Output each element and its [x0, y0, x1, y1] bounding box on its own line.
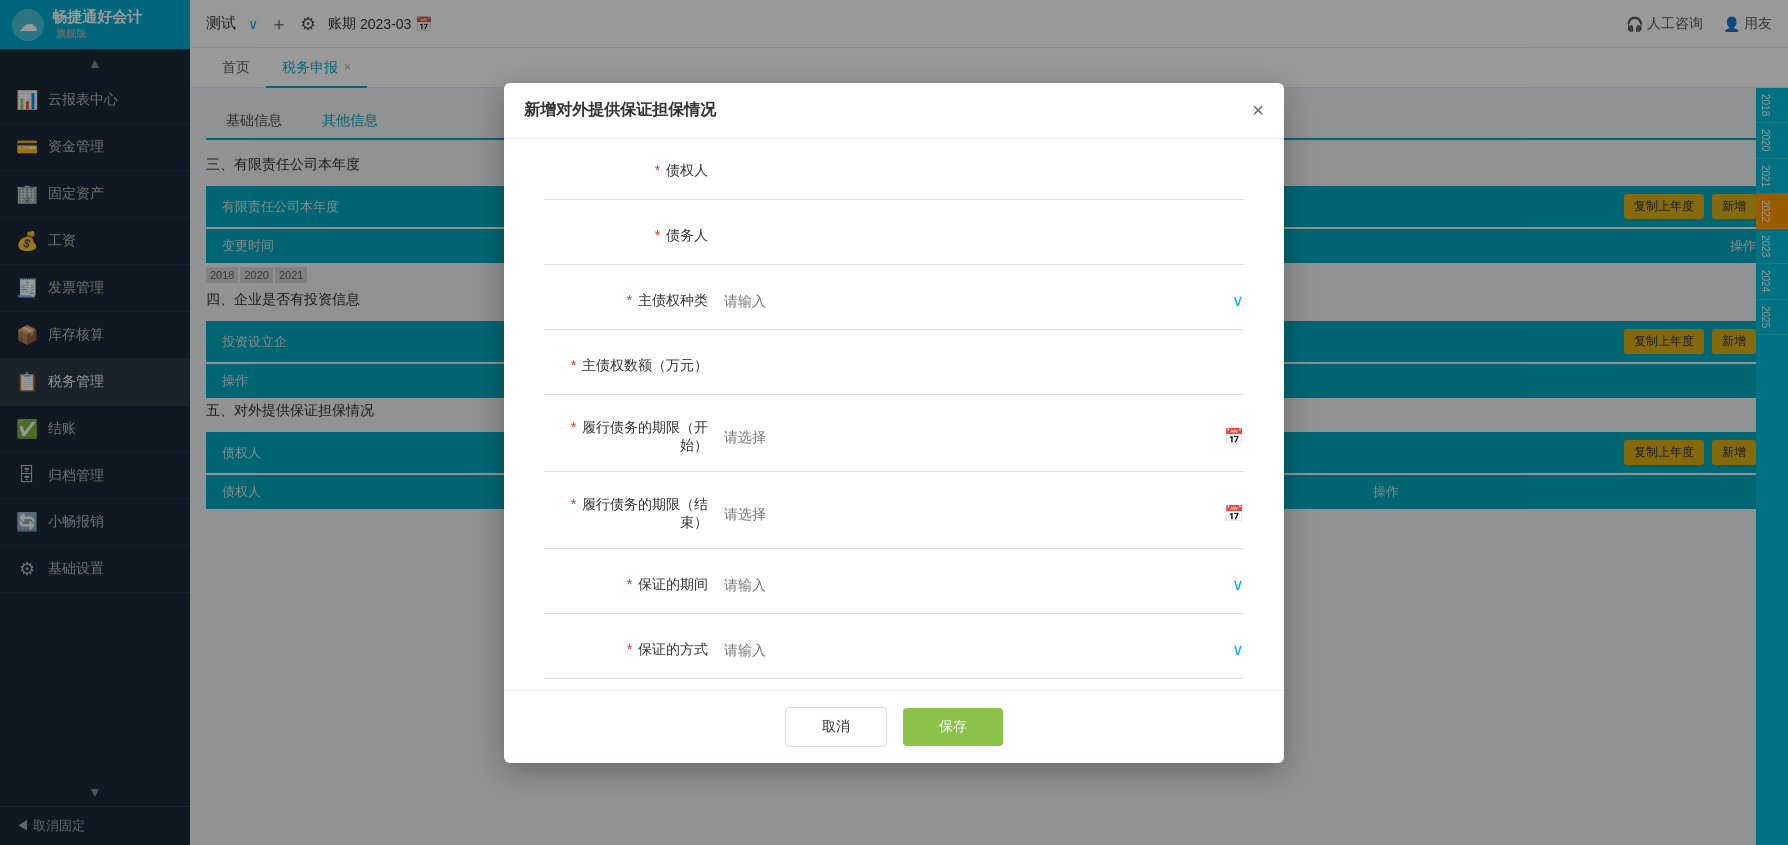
save-button[interactable]: 保存 [903, 708, 1003, 746]
select-claim-type-wrapper: ∨ [724, 289, 1244, 313]
form-row-guarantee-period: * 保证的期间 ∨ [544, 573, 1244, 614]
guarantee-period-dropdown-icon[interactable]: ∨ [1232, 575, 1244, 594]
input-claim-amount[interactable] [724, 354, 1244, 378]
guarantee-method-dropdown-icon[interactable]: ∨ [1232, 640, 1244, 659]
select-guarantee-method[interactable] [724, 638, 1232, 662]
label-guarantee-method: * 保证的方式 [544, 641, 724, 659]
date-end-calendar-icon[interactable]: 📅 [1224, 504, 1244, 523]
select-guarantee-period[interactable] [724, 573, 1232, 597]
modal-close-button[interactable]: × [1252, 99, 1264, 122]
label-claim-amount: * 主债权数额（万元） [544, 357, 724, 375]
form-row-debt-start: * 履行债务的期限（开始） 📅 [544, 419, 1244, 472]
date-end-input[interactable] [724, 502, 1224, 526]
label-guarantee-period: * 保证的期间 [544, 576, 724, 594]
form-row-creditor: * 债权人 [544, 159, 1244, 200]
label-claim-type: * 主债权种类 [544, 292, 724, 310]
form-row-claim-amount: * 主债权数额（万元） [544, 354, 1244, 395]
select-guarantee-period-wrapper: ∨ [724, 573, 1244, 597]
date-start-wrapper: 📅 [724, 425, 1244, 449]
date-start-calendar-icon[interactable]: 📅 [1224, 427, 1244, 446]
select-guarantee-method-wrapper: ∨ [724, 638, 1244, 662]
modal-overlay: 新增对外提供保证担保情况 × * 债权人 * 债务人 [0, 0, 1788, 845]
modal-body: * 债权人 * 债务人 * 主债权种类 [504, 139, 1284, 690]
cancel-button[interactable]: 取消 [785, 707, 887, 747]
form-row-guarantee-method: * 保证的方式 ∨ [544, 638, 1244, 679]
modal: 新增对外提供保证担保情况 × * 债权人 * 债务人 [504, 83, 1284, 763]
input-debtor[interactable] [724, 224, 1244, 248]
label-debt-end: * 履行债务的期限（结束） [544, 496, 724, 532]
label-debtor: * 债务人 [544, 227, 724, 245]
modal-footer: 取消 保存 [504, 690, 1284, 763]
input-creditor[interactable] [724, 159, 1244, 183]
date-start-input[interactable] [724, 425, 1224, 449]
modal-header: 新增对外提供保证担保情况 × [504, 83, 1284, 139]
form-row-claim-type: * 主债权种类 ∨ [544, 289, 1244, 330]
date-end-wrapper: 📅 [724, 502, 1244, 526]
form-row-debtor: * 债务人 [544, 224, 1244, 265]
modal-title: 新增对外提供保证担保情况 [524, 100, 716, 121]
claim-type-dropdown-icon[interactable]: ∨ [1232, 291, 1244, 310]
select-claim-type[interactable] [724, 289, 1232, 313]
label-debt-start: * 履行债务的期限（开始） [544, 419, 724, 455]
label-creditor: * 债权人 [544, 162, 724, 180]
form-row-debt-end: * 履行债务的期限（结束） 📅 [544, 496, 1244, 549]
